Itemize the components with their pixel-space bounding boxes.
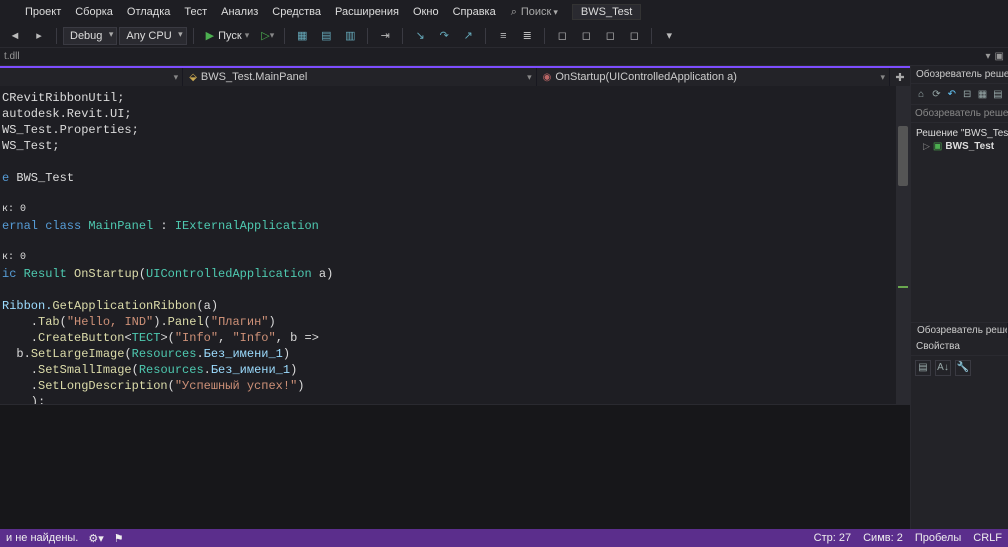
tb-icon-2[interactable]: ▤ [315,27,337,45]
step-over-icon[interactable]: ↷ [433,27,455,45]
start-debug-button[interactable]: ▶ Пуск ▾ [200,28,256,43]
step-into-icon[interactable]: ↘ [409,27,431,45]
menu-item-window[interactable]: Окно [406,3,446,21]
solution-explorer-title: Обозреватель решений [911,66,1008,84]
solution-explorer-tabs: Обозреватель решений [911,322,1008,338]
status-message: и не найдены. [6,532,78,544]
toolbar: ◄ ▸ Debug Any CPU ▶ Пуск ▾ ▷▾ ▦ ▤ ▥ ⇥ ↘ … [0,24,1008,48]
properties-panel: ▤ A↓ 🔧 [911,356,1008,530]
solution-explorer-search[interactable]: Обозреватель решений — [911,105,1008,123]
menu-item-help[interactable]: Справка [446,3,503,21]
menu-item-project[interactable]: Проект [18,3,68,21]
status-bar: и не найдены. ⚙▾ ⚑ Стр: 27 Симв: 2 Пробе… [0,529,1008,547]
search-icon: ⌕ [511,6,517,19]
uncomment-icon[interactable]: ≣ [516,27,538,45]
document-tabs: t.dll ▾ ▣ [0,48,1008,66]
expand-icon[interactable]: ▷ [923,141,930,152]
editor-bottom-panel [0,404,910,529]
nav-fwd-button[interactable]: ▸ [28,27,50,45]
tb-icon-1[interactable]: ▦ [291,27,313,45]
document-tab[interactable]: t.dll [4,51,20,62]
comment-icon[interactable]: ≡ [492,27,514,45]
status-eol[interactable]: CRLF [973,532,1002,544]
nav-project-combo[interactable] [0,68,183,86]
tab-solution-explorer[interactable]: Обозреватель решений [911,323,1008,338]
alphabetize-icon[interactable]: A↓ [935,360,951,376]
home-icon[interactable]: ⌂ [915,87,927,101]
window-title: BWS_Test [572,4,641,20]
bookmark-icon-4[interactable]: ◻ [623,27,645,45]
status-line[interactable]: Стр: 27 [814,532,851,544]
start-without-debug-button[interactable]: ▷▾ [257,27,278,44]
platform-combo[interactable]: Any CPU [119,27,186,45]
menu-item[interactable] [4,9,18,15]
sync-icon[interactable]: ⟳ [930,87,942,101]
menu-search[interactable]: ⌕ Поиск ▾ [511,6,558,19]
scrollbar-marker [898,286,908,288]
class-icon: ⬙ [189,72,197,83]
close-icon[interactable]: ▣ [995,51,1004,62]
menubar: Проект Сборка Отладка Тест Анализ Средст… [0,0,1008,24]
solution-tree[interactable]: Решение "BWS_Test" ▷ ▣ BWS_Test [911,123,1008,156]
method-icon: ◉ [543,72,552,83]
menu-item-analyze[interactable]: Анализ [214,3,265,21]
categorize-icon[interactable]: ▤ [915,360,931,376]
csproj-icon: ▣ [933,141,942,152]
menu-item-extensions[interactable]: Расширения [328,3,406,21]
editor-column: ⬙ BWS_Test.MainPanel ◉ OnStartup(UIContr… [0,66,910,529]
config-combo[interactable]: Debug [63,27,117,45]
tb-dropdown[interactable]: ▾ [658,27,680,45]
nav-split-button[interactable]: ✚ [890,68,910,86]
status-icon[interactable]: ⚙▾ [88,532,103,545]
project-node[interactable]: ▷ ▣ BWS_Test [913,140,1006,153]
nav-member-combo[interactable]: ◉ OnStartup(UIControlledApplication a) [537,68,890,86]
menu-item-build[interactable]: Сборка [68,3,120,21]
chevron-down-icon: ▾ [553,7,558,18]
bookmark-icon-3[interactable]: ◻ [599,27,621,45]
bookmark-icon-2[interactable]: ◻ [575,27,597,45]
code-nav-bar: ⬙ BWS_Test.MainPanel ◉ OnStartup(UIContr… [0,66,910,86]
tb-icon-3[interactable]: ▥ [339,27,361,45]
start-label: Пуск [218,30,242,42]
menu-item-test[interactable]: Тест [177,3,214,21]
solution-explorer-toolbar: ⌂ ⟳ ↶ ⊟ ▦ ▤ [911,84,1008,105]
bookmark-icon-1[interactable]: ◻ [551,27,573,45]
menu-item-tools[interactable]: Средства [265,3,328,21]
chevron-down-icon: ▾ [245,30,250,41]
pin-icon[interactable]: ▾ [986,51,991,62]
step-out-icon[interactable]: ↗ [457,27,479,45]
status-indent[interactable]: Пробелы [915,532,961,544]
code-editor[interactable]: CRevitRibbonUtil; autodesk.Revit.UI; WS_… [0,86,910,404]
search-label: Поиск [521,6,551,18]
show-all-icon[interactable]: ▦ [976,87,988,101]
solution-node[interactable]: Решение "BWS_Test" [913,126,1006,140]
back-icon[interactable]: ↶ [946,87,958,101]
main-area: ⬙ BWS_Test.MainPanel ◉ OnStartup(UIContr… [0,66,1008,529]
properties-title: Свойства [911,338,1008,356]
status-flag-icon[interactable]: ⚑ [114,532,124,545]
nav-back-button[interactable]: ◄ [4,27,26,45]
properties-icon[interactable]: ▤ [992,87,1004,101]
play-icon: ▶ [206,29,214,42]
wrench-icon[interactable]: 🔧 [955,360,971,376]
vertical-scrollbar[interactable] [896,86,910,404]
right-panel: Обозреватель решений ⌂ ⟳ ↶ ⊟ ▦ ▤ Обозрев… [910,66,1008,529]
menu-item-debug[interactable]: Отладка [120,3,177,21]
tb-icon-4[interactable]: ⇥ [374,27,396,45]
collapse-icon[interactable]: ⊟ [961,87,973,101]
scrollbar-thumb[interactable] [898,126,908,186]
nav-class-combo[interactable]: ⬙ BWS_Test.MainPanel [183,68,536,86]
status-col[interactable]: Симв: 2 [863,532,903,544]
